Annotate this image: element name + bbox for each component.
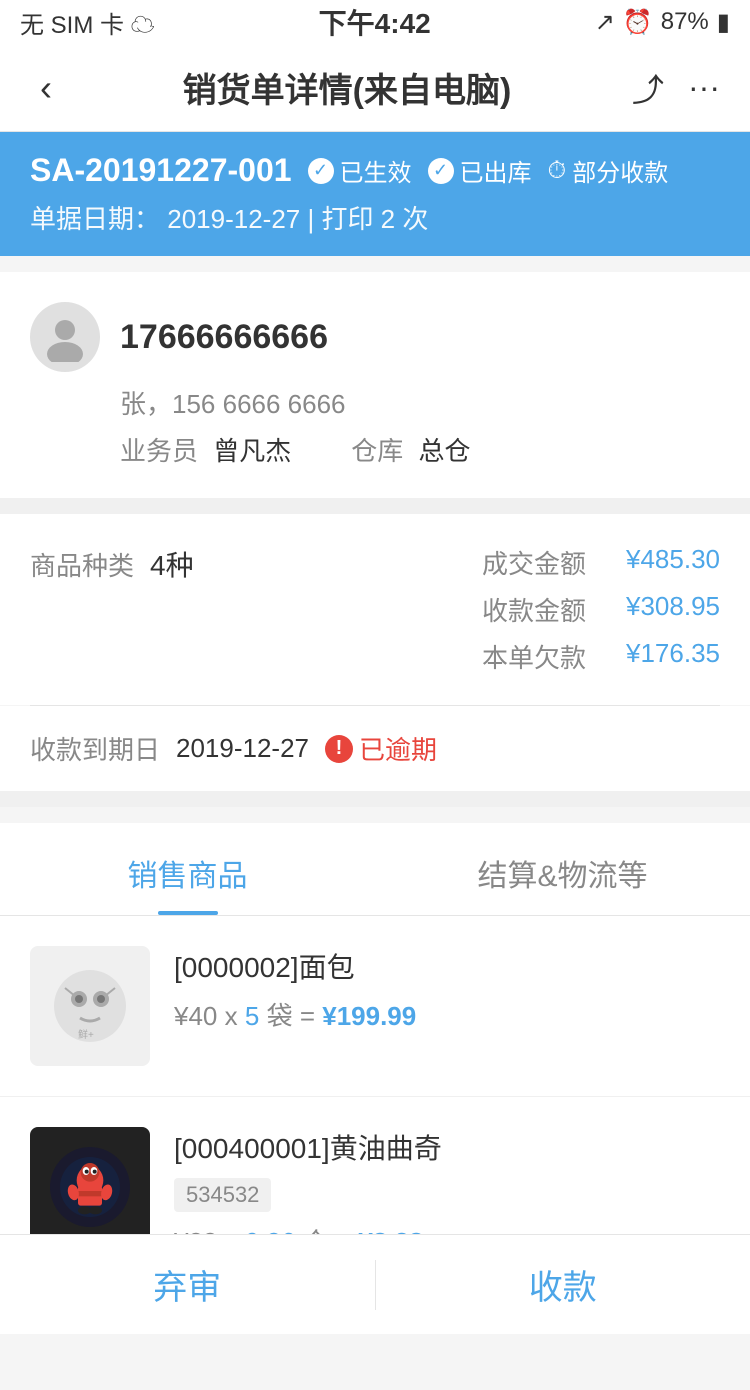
nav-right-actions: ⤴ ··· bbox=[632, 65, 720, 111]
product-info-1: [0000002]面包 ¥40 x 5 袋 = ¥199.99 bbox=[174, 946, 720, 1033]
order-date-label: 单据日期： bbox=[30, 204, 160, 234]
status-partial-label: 部分收款 bbox=[572, 153, 668, 188]
order-print-info: | 打印 2 次 bbox=[307, 204, 428, 234]
bottom-bar: 弃审 收款 bbox=[0, 1234, 750, 1334]
tab-settlement[interactable]: 结算&物流等 bbox=[375, 823, 750, 915]
staff-info: 业务员 曾凡杰 仓库 总仓 bbox=[120, 431, 720, 468]
alarm-icon: ⏰ bbox=[623, 8, 653, 37]
order-date-info: 单据日期： 2019-12-27 | 打印 2 次 bbox=[30, 199, 720, 236]
battery-icon: ▮ bbox=[717, 8, 730, 37]
overdue-icon: ! bbox=[325, 735, 353, 763]
product-item: 鲜+ [0000002]面包 ¥40 x 5 袋 = ¥199.99 bbox=[0, 916, 750, 1097]
staff-name: 曾凡杰 bbox=[213, 436, 291, 466]
owed-label: 本单欠款 bbox=[482, 638, 586, 675]
status-bar-left: 无 SIM 卡 ☁ bbox=[20, 5, 155, 40]
unit-price-1: ¥40 bbox=[174, 1001, 217, 1031]
battery-level: 87% bbox=[661, 8, 709, 36]
sim-status: 无 SIM 卡 ☁ bbox=[20, 5, 155, 40]
status-bar-right: ↗ ⏰ 87% ▮ bbox=[595, 8, 730, 37]
warehouse-label: 仓库 bbox=[351, 436, 403, 466]
collect-button[interactable]: 收款 bbox=[376, 1240, 750, 1329]
clock-icon: ⏱ bbox=[548, 157, 567, 185]
warehouse-section: 仓库 总仓 bbox=[351, 431, 470, 468]
customer-section: 17666666666 张，156 6666 6666 业务员 曾凡杰 仓库 总… bbox=[0, 272, 750, 498]
customer-name-phone: 张，156 6666 6666 bbox=[120, 384, 720, 421]
location-icon: ↗ bbox=[595, 8, 615, 37]
status-effective: ✓ 已生效 bbox=[308, 153, 412, 188]
avatar bbox=[30, 302, 100, 372]
category-stats: 商品种类 4种 bbox=[30, 544, 194, 584]
received-row: 收款金额 ¥308.95 bbox=[482, 591, 720, 628]
deal-amount-label: 成交金额 bbox=[482, 544, 586, 581]
status-partial: ⏱ 部分收款 bbox=[548, 153, 669, 188]
tab-sales-label: 销售商品 bbox=[128, 860, 248, 893]
staff-section: 业务员 曾凡杰 bbox=[120, 431, 291, 468]
svg-text:鲜+: 鲜+ bbox=[78, 1028, 94, 1041]
received-value: ¥308.95 bbox=[626, 591, 720, 628]
deal-amount-value: ¥485.30 bbox=[626, 544, 720, 581]
category-label: 商品种类 bbox=[30, 546, 134, 583]
tab-settlement-label: 结算&物流等 bbox=[477, 860, 647, 893]
order-date-value: 2019-12-27 bbox=[167, 204, 300, 234]
due-date-section: 收款到期日 2019-12-27 ! 已逾期 bbox=[0, 706, 750, 791]
product-sku-2: 534532 bbox=[174, 1178, 271, 1212]
product-image-2 bbox=[30, 1127, 150, 1247]
deal-amount-row: 成交金额 ¥485.30 bbox=[482, 544, 720, 581]
status-bar: 无 SIM 卡 ☁ 下午4:42 ↗ ⏰ 87% ▮ bbox=[0, 0, 750, 44]
nav-bar: ‹ 销货单详情(来自电脑) ⤴ ··· bbox=[0, 44, 750, 132]
status-shipped-label: 已出库 bbox=[460, 153, 532, 188]
divider-2 bbox=[0, 791, 750, 807]
due-date-label: 收款到期日 bbox=[30, 730, 160, 767]
product-image-1: 鲜+ bbox=[30, 946, 150, 1066]
warehouse-name: 总仓 bbox=[419, 436, 471, 466]
more-icon[interactable]: ··· bbox=[688, 69, 720, 106]
share-icon[interactable]: ⤴ bbox=[632, 65, 664, 111]
overdue-badge: ! 已逾期 bbox=[325, 730, 437, 767]
check-icon-2: ✓ bbox=[428, 158, 454, 184]
total-1: ¥199.99 bbox=[322, 1001, 416, 1031]
qty-1: 5 bbox=[245, 1001, 259, 1031]
back-button[interactable]: ‹ bbox=[30, 57, 62, 119]
order-id: SA-20191227-001 bbox=[30, 152, 292, 189]
received-label: 收款金额 bbox=[482, 591, 586, 628]
check-icon-1: ✓ bbox=[308, 158, 334, 184]
divider-1 bbox=[0, 498, 750, 514]
category-value: 4种 bbox=[150, 544, 194, 584]
unit-1: 袋 bbox=[267, 1001, 293, 1031]
stats-section: 商品种类 4种 成交金额 ¥485.30 收款金额 ¥308.95 本单欠款 ¥… bbox=[0, 514, 750, 705]
status-shipped: ✓ 已出库 bbox=[428, 153, 532, 188]
due-date-value: 2019-12-27 bbox=[176, 733, 309, 764]
staff-label: 业务员 bbox=[120, 436, 198, 466]
tabs-section: 销售商品 结算&物流等 bbox=[0, 823, 750, 916]
status-bar-time: 下午4:42 bbox=[319, 2, 431, 42]
customer-phone: 17666666666 bbox=[120, 318, 328, 357]
product-name-1: [0000002]面包 bbox=[174, 946, 720, 986]
page-title: 销货单详情(来自电脑) bbox=[183, 63, 512, 112]
amount-stats: 成交金额 ¥485.30 收款金额 ¥308.95 本单欠款 ¥176.35 bbox=[482, 544, 720, 675]
owed-row: 本单欠款 ¥176.35 bbox=[482, 638, 720, 675]
cancel-review-button[interactable]: 弃审 bbox=[0, 1240, 375, 1329]
product-price-row-1: ¥40 x 5 袋 = ¥199.99 bbox=[174, 996, 720, 1033]
overdue-text: 已逾期 bbox=[359, 730, 437, 767]
tab-sales-products[interactable]: 销售商品 bbox=[0, 823, 375, 915]
order-banner: SA-20191227-001 ✓ 已生效 ✓ 已出库 ⏱ 部分收款 单据日期：… bbox=[0, 132, 750, 256]
status-effective-label: 已生效 bbox=[340, 153, 412, 188]
product-name-2: [000400001]黄油曲奇 bbox=[174, 1127, 720, 1167]
owed-value: ¥176.35 bbox=[626, 638, 720, 675]
